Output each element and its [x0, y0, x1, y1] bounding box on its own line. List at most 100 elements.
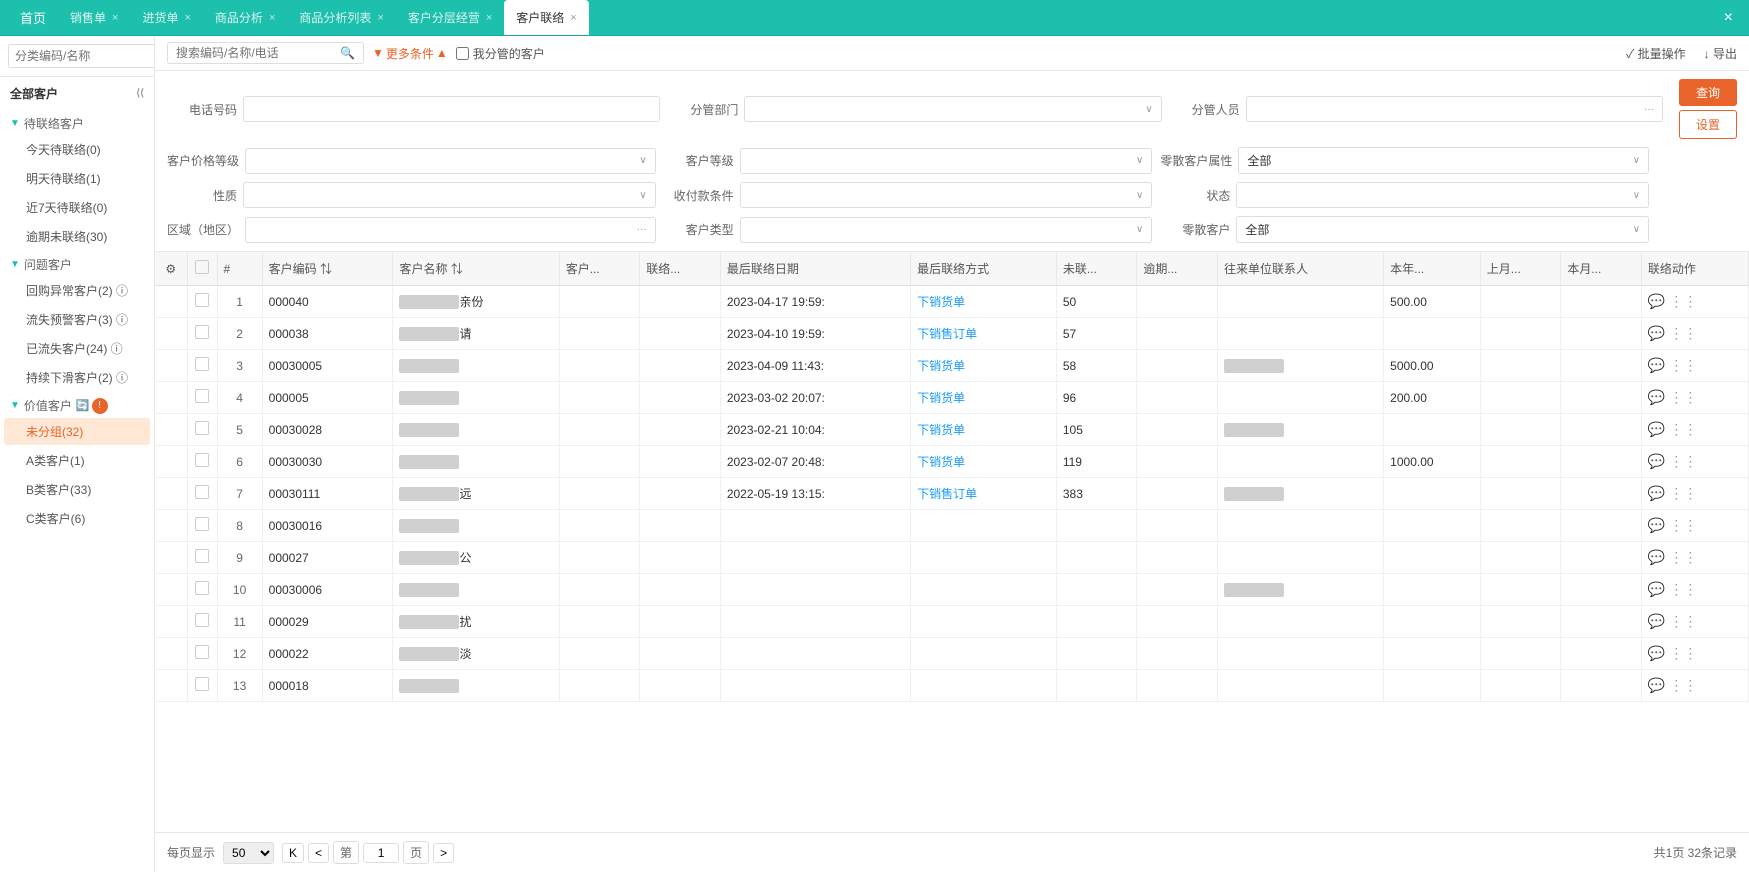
customer-search-input[interactable] — [176, 46, 336, 60]
my-customers-checkbox[interactable] — [456, 47, 469, 60]
reset-button[interactable]: 设置 — [1679, 110, 1737, 139]
grid-icon[interactable]: ⋮⋮ — [1669, 517, 1697, 534]
my-customers-checkbox-label[interactable]: 我分管的客户 — [456, 45, 545, 62]
row-checkbox[interactable] — [195, 581, 209, 595]
sidebar-item-group-c[interactable]: C类客户(6) — [4, 505, 150, 532]
th-this-year[interactable]: 本年... — [1384, 252, 1481, 286]
message-icon[interactable]: 💬 — [1648, 453, 1665, 470]
message-icon[interactable]: 💬 — [1648, 421, 1665, 438]
sidebar-item-lost[interactable]: 已流失客户(24) ⓘ — [4, 335, 150, 362]
grid-icon[interactable]: ⋮⋮ — [1669, 453, 1697, 470]
row-checkbox[interactable] — [195, 613, 209, 627]
sidebar-item-unclassified[interactable]: 未分组(32) — [4, 418, 150, 445]
header-checkbox[interactable] — [195, 260, 209, 274]
sidebar-item-week[interactable]: 近7天待联络(0) — [4, 194, 150, 221]
message-icon[interactable]: 💬 — [1648, 613, 1665, 630]
grid-icon[interactable]: ⋮⋮ — [1669, 357, 1697, 374]
grid-icon[interactable]: ⋮⋮ — [1669, 421, 1697, 438]
message-icon[interactable]: 💬 — [1648, 645, 1665, 662]
row-checkbox[interactable] — [195, 293, 209, 307]
tab-home[interactable]: 首页 — [8, 8, 58, 27]
tab-sales[interactable]: 销售单 × — [58, 0, 130, 35]
all-customers-header[interactable]: 全部客户 ⟨⟨ — [0, 77, 154, 110]
th-overdue[interactable]: 逾期... — [1137, 252, 1218, 286]
window-close-button[interactable]: × — [1716, 9, 1741, 27]
row-checkbox[interactable] — [195, 549, 209, 563]
filter-select-customer-level[interactable]: ∨ — [740, 148, 1153, 174]
row-checkbox[interactable] — [195, 517, 209, 531]
message-icon[interactable]: 💬 — [1648, 293, 1665, 310]
message-icon[interactable]: 💬 — [1648, 549, 1665, 566]
filter-input-manager[interactable]: ··· — [1246, 96, 1663, 122]
th-contact[interactable]: 联络... — [640, 252, 721, 286]
tab-close-product-list[interactable]: × — [377, 12, 383, 24]
sidebar-item-declining[interactable]: 持续下滑客户(2) ⓘ — [4, 364, 150, 391]
contact-method-link[interactable]: 下销货单 — [917, 423, 965, 437]
tab-customer-contact[interactable]: 客户联络 × — [504, 0, 588, 35]
filter-select-region[interactable]: ··· — [245, 217, 656, 243]
row-checkbox[interactable] — [195, 389, 209, 403]
th-check[interactable] — [187, 252, 217, 286]
row-checkbox[interactable] — [195, 357, 209, 371]
filter-select-status[interactable]: ∨ — [1236, 182, 1649, 208]
next-page-button[interactable]: > — [433, 843, 454, 863]
filter-select-payment[interactable]: ∨ — [740, 182, 1153, 208]
th-last-contact-date[interactable]: 最后联络日期 — [720, 252, 910, 286]
contact-method-link[interactable]: 下销货单 — [917, 359, 965, 373]
sidebar-item-group-a[interactable]: A类客户(1) — [4, 447, 150, 474]
row-checkbox[interactable] — [195, 325, 209, 339]
tab-close-customer-contact[interactable]: × — [570, 12, 576, 24]
sidebar-item-group-b[interactable]: B类客户(33) — [4, 476, 150, 503]
sidebar-item-overdue[interactable]: 逾期未联络(30) — [4, 223, 150, 250]
row-checkbox[interactable] — [195, 453, 209, 467]
tab-product-analysis[interactable]: 商品分析 × — [203, 0, 287, 35]
filter-search-icon[interactable]: 🔍 — [340, 46, 355, 60]
tab-purchase[interactable]: 进货单 × — [130, 0, 202, 35]
sidebar-group-value[interactable]: ▼ 价值客户 🔄 ! — [0, 392, 154, 417]
th-last-month[interactable]: 上月... — [1480, 252, 1561, 286]
page-input[interactable] — [363, 843, 399, 863]
more-conditions-button[interactable]: ▼ 更多条件 ▲ — [372, 45, 448, 62]
row-checkbox[interactable] — [195, 421, 209, 435]
row-checkbox[interactable] — [195, 485, 209, 499]
th-no-contact[interactable]: 未联... — [1056, 252, 1137, 286]
sidebar-item-churn[interactable]: 流失预警客户(3) ⓘ — [4, 306, 150, 333]
filter-select-dept[interactable]: ∨ — [744, 96, 1161, 122]
message-icon[interactable]: 💬 — [1648, 357, 1665, 374]
first-page-button[interactable]: K — [282, 843, 304, 863]
query-button[interactable]: 查询 — [1679, 79, 1737, 106]
filter-select-scatter[interactable]: 全部 ∨ — [1236, 216, 1649, 243]
contact-method-link[interactable]: 下销售订单 — [917, 327, 977, 341]
tab-close-purchase[interactable]: × — [184, 12, 190, 24]
grid-icon[interactable]: ⋮⋮ — [1669, 293, 1697, 310]
tab-close-product-analysis[interactable]: × — [269, 12, 275, 24]
grid-icon[interactable]: ⋮⋮ — [1669, 677, 1697, 694]
message-icon[interactable]: 💬 — [1648, 517, 1665, 534]
export-button[interactable]: ↓ 导出 — [1704, 45, 1737, 62]
contact-method-link[interactable]: 下销售订单 — [917, 487, 977, 501]
sidebar-item-abnormal[interactable]: 回购异常客户(2) ⓘ — [4, 277, 150, 304]
contact-method-link[interactable]: 下销货单 — [917, 455, 965, 469]
contact-method-link[interactable]: 下销货单 — [917, 295, 965, 309]
filter-select-price-level[interactable]: ∨ — [245, 148, 656, 174]
grid-icon[interactable]: ⋮⋮ — [1669, 549, 1697, 566]
message-icon[interactable]: 💬 — [1648, 325, 1665, 342]
filter-input-phone[interactable] — [243, 96, 660, 122]
th-settings[interactable]: ⚙ — [155, 252, 187, 286]
prev-page-button[interactable]: < — [308, 843, 329, 863]
sidebar-item-today[interactable]: 今天待联络(0) — [4, 136, 150, 163]
message-icon[interactable]: 💬 — [1648, 677, 1665, 694]
th-name[interactable]: 客户名称 ⇅ — [393, 252, 559, 286]
contact-method-link[interactable]: 下销货单 — [917, 391, 965, 405]
th-contacts-person[interactable]: 往来单位联系人 — [1217, 252, 1383, 286]
th-code[interactable]: 客户编码 ⇅ — [262, 252, 393, 286]
tab-customer-mgmt[interactable]: 客户分层经营 × — [396, 0, 504, 35]
sidebar-group-pending[interactable]: ▼ 待联络客户 — [0, 110, 154, 135]
sidebar-item-tomorrow[interactable]: 明天待联络(1) — [4, 165, 150, 192]
grid-icon[interactable]: ⋮⋮ — [1669, 325, 1697, 342]
filter-select-scatter-attr[interactable]: 全部 ∨ — [1238, 147, 1649, 174]
filter-select-nature[interactable]: ∨ — [243, 182, 656, 208]
th-last-contact-method[interactable]: 最后联络方式 — [911, 252, 1057, 286]
tab-close-sales[interactable]: × — [112, 12, 118, 24]
filter-select-customer-type[interactable]: ∨ — [740, 217, 1153, 243]
